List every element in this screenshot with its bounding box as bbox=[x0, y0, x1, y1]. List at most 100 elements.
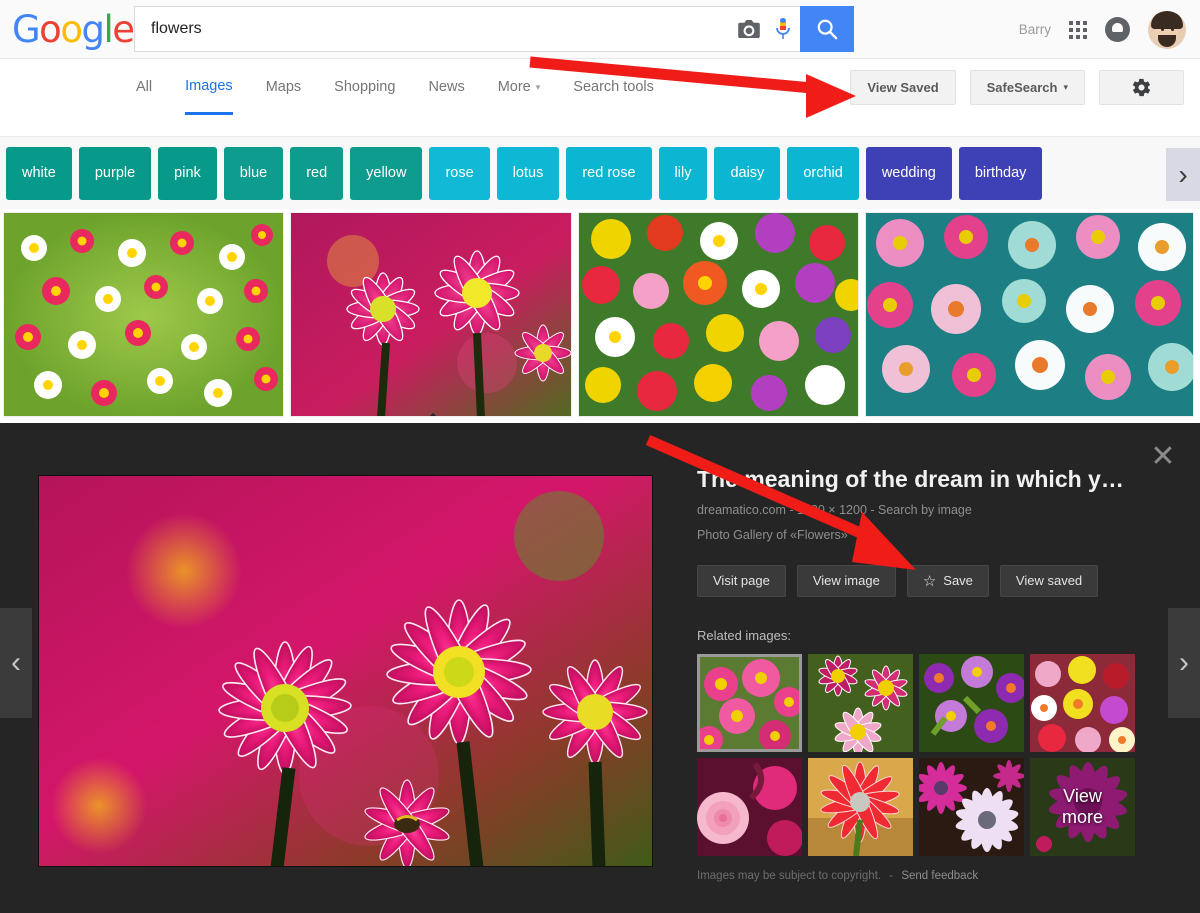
image-title[interactable]: The meaning of the dream in which y… bbox=[697, 465, 1167, 494]
chip-label: pink bbox=[174, 165, 201, 181]
nav-tab-more[interactable]: More ▾ bbox=[498, 59, 541, 115]
view-saved-button-panel[interactable]: View saved bbox=[999, 564, 1099, 597]
chip-daisy[interactable]: daisy bbox=[714, 146, 781, 200]
nav-tab-search-tools[interactable]: Search tools bbox=[573, 59, 654, 115]
result-thumbnail-4[interactable] bbox=[865, 212, 1194, 417]
related-thumbnail-2[interactable] bbox=[808, 654, 913, 752]
header-right-controls: Barry bbox=[1019, 0, 1186, 59]
view-image-label: View image bbox=[812, 573, 880, 589]
view-saved-label: View Saved bbox=[867, 80, 939, 95]
view-saved-label: View saved bbox=[1015, 573, 1083, 589]
related-images-heading: Related images: bbox=[697, 628, 791, 643]
nav-tab-images[interactable]: Images bbox=[185, 59, 233, 115]
copyright-text: Images may be subject to copyright. bbox=[697, 870, 882, 882]
visit-page-label: Visit page bbox=[713, 573, 770, 589]
viewer-pointer-tail bbox=[417, 413, 449, 416]
related-thumbnail-4[interactable] bbox=[1030, 654, 1135, 752]
nav-tab-label: Shopping bbox=[334, 79, 396, 95]
related-thumbnail-7[interactable] bbox=[919, 758, 1024, 856]
nav-tab-label: More bbox=[497, 79, 531, 95]
send-feedback-link[interactable]: Send feedback bbox=[901, 870, 978, 882]
chip-label: daisy bbox=[730, 165, 765, 181]
nav-tab-all[interactable]: All bbox=[136, 59, 152, 115]
related-images-grid: View more bbox=[697, 654, 1177, 856]
chips-next-icon[interactable]: › bbox=[1166, 148, 1200, 201]
nav-tab-label: Maps bbox=[265, 79, 302, 95]
avatar[interactable] bbox=[1148, 10, 1186, 49]
image-action-buttons: Visit page View image ☆ Save View saved bbox=[697, 564, 1167, 597]
chip-pink[interactable]: pink bbox=[158, 146, 217, 200]
nav-tab-maps[interactable]: Maps bbox=[266, 59, 301, 115]
page-header: Google Barry bbox=[0, 0, 1200, 59]
viewer-main-image[interactable] bbox=[38, 475, 653, 867]
result-thumbnail-2[interactable] bbox=[290, 212, 572, 417]
chip-label: lily bbox=[674, 165, 692, 181]
view-image-button[interactable]: View image bbox=[796, 564, 896, 597]
related-thumbnail-8-view-more[interactable]: View more bbox=[1030, 758, 1135, 856]
nav-tab-label: Search tools bbox=[573, 79, 654, 95]
chip-label: rose bbox=[445, 165, 474, 181]
nav-tab-label: All bbox=[136, 79, 153, 95]
chip-label: blue bbox=[239, 165, 268, 181]
save-button[interactable]: ☆ Save bbox=[906, 564, 989, 597]
chip-label: red bbox=[306, 165, 328, 181]
view-saved-button[interactable]: View Saved bbox=[850, 70, 956, 105]
bell-icon[interactable] bbox=[1105, 17, 1130, 42]
nav-tab-shopping[interactable]: Shopping bbox=[334, 59, 395, 115]
safesearch-button[interactable]: SafeSearch ▾ bbox=[969, 70, 1085, 105]
chip-orchid[interactable]: orchid bbox=[787, 146, 859, 200]
search-bar bbox=[134, 6, 854, 52]
user-name-label[interactable]: Barry bbox=[1019, 22, 1051, 37]
star-icon: ☆ bbox=[922, 572, 937, 590]
settings-button[interactable] bbox=[1099, 70, 1184, 105]
image-results-grid bbox=[0, 209, 1200, 423]
view-more-label: View more bbox=[1061, 786, 1103, 827]
visit-page-button[interactable]: Visit page bbox=[697, 564, 786, 597]
nav-tabs: All Images Maps Shopping News More ▾ Sea… bbox=[136, 59, 687, 115]
microphone-icon[interactable] bbox=[766, 18, 800, 40]
save-label: Save bbox=[943, 573, 973, 589]
gear-icon bbox=[1132, 78, 1151, 97]
related-thumbnail-6[interactable] bbox=[808, 758, 913, 856]
chip-white[interactable]: white bbox=[6, 146, 72, 200]
result-thumbnail-1[interactable] bbox=[3, 212, 284, 417]
google-images-page: Google Barry bbox=[0, 0, 1200, 913]
related-search-chips: white purple pink blue red yellow rose l… bbox=[0, 137, 1200, 209]
chip-birthday[interactable]: birthday bbox=[958, 146, 1043, 200]
search-button[interactable] bbox=[800, 6, 854, 52]
camera-icon[interactable] bbox=[732, 20, 766, 38]
related-thumbnail-1[interactable] bbox=[697, 654, 802, 752]
copyright-footer: Images may be subject to copyright. - Se… bbox=[697, 870, 978, 882]
chip-wedding[interactable]: wedding bbox=[865, 146, 952, 200]
search-input[interactable] bbox=[135, 20, 732, 38]
related-images-section: Related images: View more bbox=[697, 628, 1177, 856]
chip-label: red rose bbox=[582, 165, 636, 181]
nav-right-controls: View Saved SafeSearch ▾ bbox=[850, 70, 1184, 105]
result-thumbnail-3[interactable] bbox=[578, 212, 859, 417]
image-subtitle: Photo Gallery of «Flowers» bbox=[697, 527, 848, 542]
footer-separator: - bbox=[889, 870, 894, 882]
nav-tab-label: News bbox=[428, 79, 465, 95]
google-logo[interactable]: Google bbox=[12, 11, 135, 48]
chip-label: white bbox=[22, 165, 56, 181]
chip-label: lotus bbox=[512, 165, 544, 181]
chip-label: yellow bbox=[366, 165, 407, 181]
chip-label: birthday bbox=[974, 165, 1027, 181]
chip-blue[interactable]: blue bbox=[223, 146, 284, 200]
chip-lily[interactable]: lily bbox=[658, 146, 708, 200]
chip-red[interactable]: red bbox=[290, 146, 344, 200]
chip-lotus[interactable]: lotus bbox=[496, 146, 560, 200]
nav-tab-label: Images bbox=[185, 77, 233, 94]
image-metadata: dreamatico.com - 1920 × 1200 - Search by… bbox=[697, 502, 972, 517]
related-thumbnail-5[interactable] bbox=[697, 758, 802, 856]
viewer-prev-button[interactable]: ‹ bbox=[0, 608, 32, 718]
chip-yellow[interactable]: yellow bbox=[350, 146, 423, 200]
chip-red-rose[interactable]: red rose bbox=[566, 146, 652, 200]
chip-purple[interactable]: purple bbox=[78, 146, 152, 200]
apps-grid-icon[interactable] bbox=[1069, 20, 1087, 39]
related-thumbnail-3[interactable] bbox=[919, 654, 1024, 752]
chevron-down-icon: ▾ bbox=[535, 81, 541, 92]
nav-tab-news[interactable]: News bbox=[428, 59, 464, 115]
safesearch-label: SafeSearch bbox=[986, 80, 1058, 95]
chip-rose[interactable]: rose bbox=[429, 146, 490, 200]
